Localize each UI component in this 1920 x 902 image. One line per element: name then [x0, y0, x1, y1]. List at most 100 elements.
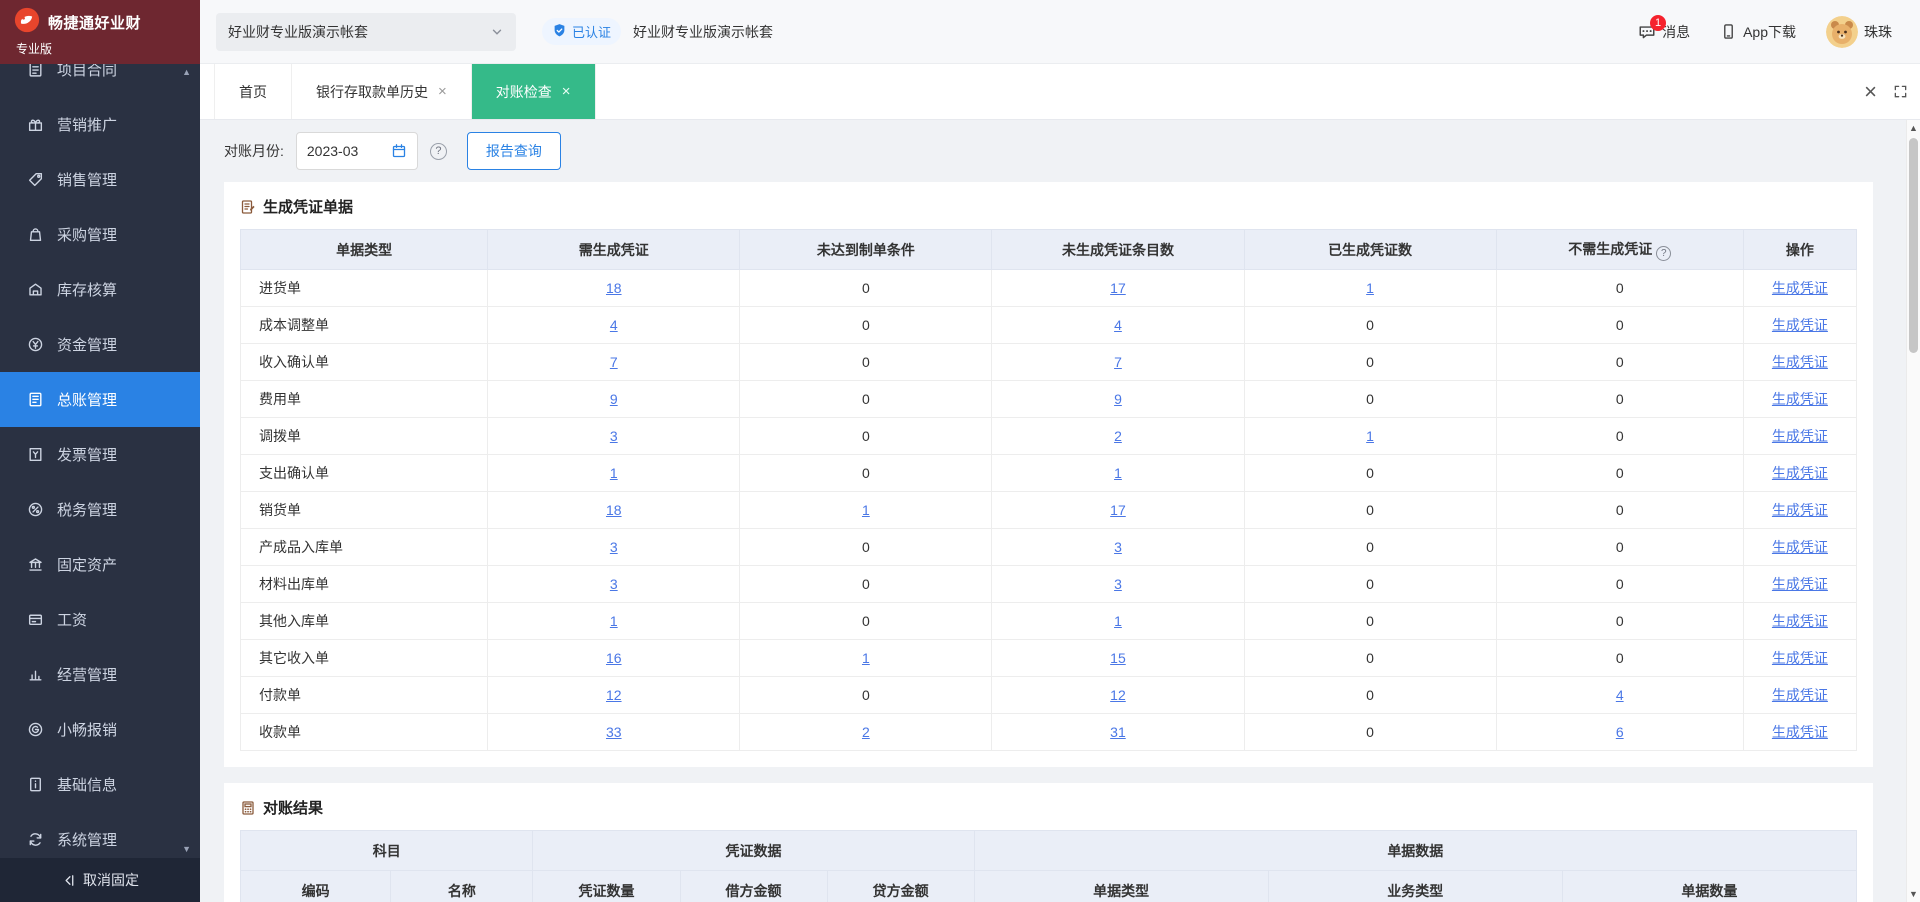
count-link[interactable]: 9: [610, 391, 618, 407]
scrollbar-thumb[interactable]: [1909, 138, 1918, 353]
user-avatar: [1826, 15, 1858, 48]
doc-type-cell: 成本调整单: [239, 306, 489, 344]
generate-voucher-link[interactable]: 生成凭证: [1772, 687, 1828, 703]
generate-voucher-link[interactable]: 生成凭证: [1772, 428, 1828, 444]
count-link[interactable]: 15: [1110, 650, 1126, 666]
count-link[interactable]: 1: [610, 613, 618, 629]
count-link[interactable]: 18: [606, 502, 622, 518]
count-link[interactable]: 3: [1114, 539, 1122, 555]
count-link[interactable]: 18: [606, 280, 622, 296]
sidebar-item-funds[interactable]: 资金管理: [0, 317, 200, 372]
generate-voucher-link[interactable]: 生成凭证: [1772, 354, 1828, 370]
sidebar-item-asset[interactable]: 固定资产: [0, 537, 200, 592]
count-cell: 0: [1243, 528, 1497, 566]
generate-voucher-link[interactable]: 生成凭证: [1772, 502, 1828, 518]
month-picker[interactable]: 2023-03: [295, 132, 418, 170]
tab-bank-history[interactable]: 银行存取款单历史 ×: [292, 64, 472, 119]
sidebar-item-label: 经营管理: [57, 667, 118, 684]
voucher-table-row: 收款单 33 2 31 0 6 生成凭证: [239, 713, 1858, 751]
reconcile-section-title-row: 对账结果: [240, 797, 1857, 818]
tab-home[interactable]: 首页: [214, 64, 292, 119]
count-link[interactable]: 31: [1110, 724, 1126, 740]
count-link[interactable]: 16: [606, 650, 622, 666]
count-link[interactable]: 1: [1114, 613, 1122, 629]
tab-close-icon[interactable]: ×: [562, 84, 571, 99]
sidebar-item-purchase[interactable]: 采购管理: [0, 207, 200, 262]
sidebar-item-salary[interactable]: 工资: [0, 592, 200, 647]
count-link[interactable]: 2: [862, 724, 870, 740]
app-download-button[interactable]: App下载: [1720, 22, 1796, 42]
count-link[interactable]: 12: [1110, 687, 1126, 703]
count-link[interactable]: 3: [610, 539, 618, 555]
account-set-value: 好业财专业版演示帐套: [228, 23, 368, 40]
scroll-down-icon[interactable]: ▼: [1907, 889, 1920, 899]
help-icon[interactable]: ?: [429, 142, 447, 160]
count-link[interactable]: 7: [1114, 354, 1122, 370]
sidebar-item-operation[interactable]: 经营管理: [0, 647, 200, 702]
sidebar-item-inventory[interactable]: 库存核算: [0, 262, 200, 317]
generate-voucher-link[interactable]: 生成凭证: [1772, 724, 1828, 740]
generate-voucher-link[interactable]: 生成凭证: [1772, 576, 1828, 592]
count-link[interactable]: 1: [1114, 465, 1122, 481]
generate-voucher-link[interactable]: 生成凭证: [1772, 391, 1828, 407]
column-help-icon[interactable]: ?: [1656, 245, 1672, 261]
generate-voucher-link[interactable]: 生成凭证: [1772, 280, 1828, 296]
count-link[interactable]: 6: [1616, 724, 1624, 740]
sidebar-item-contract[interactable]: 项目合同: [0, 64, 200, 97]
account-set-dropdown[interactable]: 好业财专业版演示帐套: [216, 12, 516, 51]
sidebar-scroll-up-icon[interactable]: ▲: [182, 68, 191, 77]
sidebar-item-promo[interactable]: 营销推广: [0, 97, 200, 152]
close-tab-icon[interactable]: ×: [1864, 80, 1877, 103]
generate-voucher-link[interactable]: 生成凭证: [1772, 613, 1828, 629]
count-link[interactable]: 9: [1114, 391, 1122, 407]
count-link[interactable]: 2: [1114, 428, 1122, 444]
count-link[interactable]: 3: [610, 428, 618, 444]
sidebar-item-invoice[interactable]: 发票管理: [0, 427, 200, 482]
sidebar-item-label: 项目合同: [57, 64, 118, 79]
count-link[interactable]: 1: [862, 502, 870, 518]
sidebar-item-system[interactable]: 系统管理: [0, 812, 200, 858]
count-link[interactable]: 17: [1110, 280, 1126, 296]
sidebar-item-expense[interactable]: 小畅报销: [0, 702, 200, 757]
count-cell: 3: [487, 417, 741, 455]
generate-voucher-link[interactable]: 生成凭证: [1772, 317, 1828, 333]
count-link[interactable]: 4: [1616, 687, 1624, 703]
scroll-up-icon[interactable]: ▲: [1907, 123, 1920, 133]
count-link[interactable]: 1: [1366, 428, 1374, 444]
count-cell: 1: [739, 491, 993, 529]
tab-reconcile-check[interactable]: 对账检查 ×: [471, 64, 596, 119]
count-link[interactable]: 4: [610, 317, 618, 333]
count-cell: 1: [991, 602, 1245, 640]
brand-logo-icon: [14, 7, 40, 38]
calendar-icon: [392, 144, 406, 158]
count-link[interactable]: 17: [1110, 502, 1126, 518]
tab-close-icon[interactable]: ×: [438, 84, 447, 99]
generate-voucher-link[interactable]: 生成凭证: [1772, 539, 1828, 555]
unpin-sidebar-button[interactable]: 取消固定: [0, 858, 200, 902]
sidebar-scroll-down-icon[interactable]: ▼: [182, 845, 191, 854]
sidebar-item-info[interactable]: 基础信息: [0, 757, 200, 812]
generate-voucher-link[interactable]: 生成凭证: [1772, 465, 1828, 481]
count-link[interactable]: 1: [610, 465, 618, 481]
content-scrollbar[interactable]: ▲ ▼: [1906, 120, 1920, 902]
generate-voucher-link[interactable]: 生成凭证: [1772, 650, 1828, 666]
sidebar-item-ledger[interactable]: 总账管理: [0, 372, 200, 427]
count-link[interactable]: 3: [1114, 576, 1122, 592]
messages-button[interactable]: 1 消息: [1638, 14, 1690, 42]
sidebar-item-label: 总账管理: [57, 392, 118, 409]
count-link[interactable]: 3: [610, 576, 618, 592]
sidebar-item-sales[interactable]: 销售管理: [0, 152, 200, 207]
sub-col-code: 编码: [239, 870, 392, 902]
count-link[interactable]: 1: [1366, 280, 1374, 296]
sidebar-item-tax[interactable]: 税务管理: [0, 482, 200, 537]
count-link[interactable]: 12: [606, 687, 622, 703]
count-cell: 0: [1495, 565, 1744, 603]
user-menu[interactable]: 珠珠: [1826, 15, 1892, 48]
count-link[interactable]: 7: [610, 354, 618, 370]
count-cell: 0: [1495, 269, 1744, 307]
count-link[interactable]: 33: [606, 724, 622, 740]
count-link[interactable]: 1: [862, 650, 870, 666]
count-link[interactable]: 4: [1114, 317, 1122, 333]
report-query-button[interactable]: 报告查询: [466, 132, 561, 170]
fullscreen-icon[interactable]: [1893, 84, 1908, 99]
